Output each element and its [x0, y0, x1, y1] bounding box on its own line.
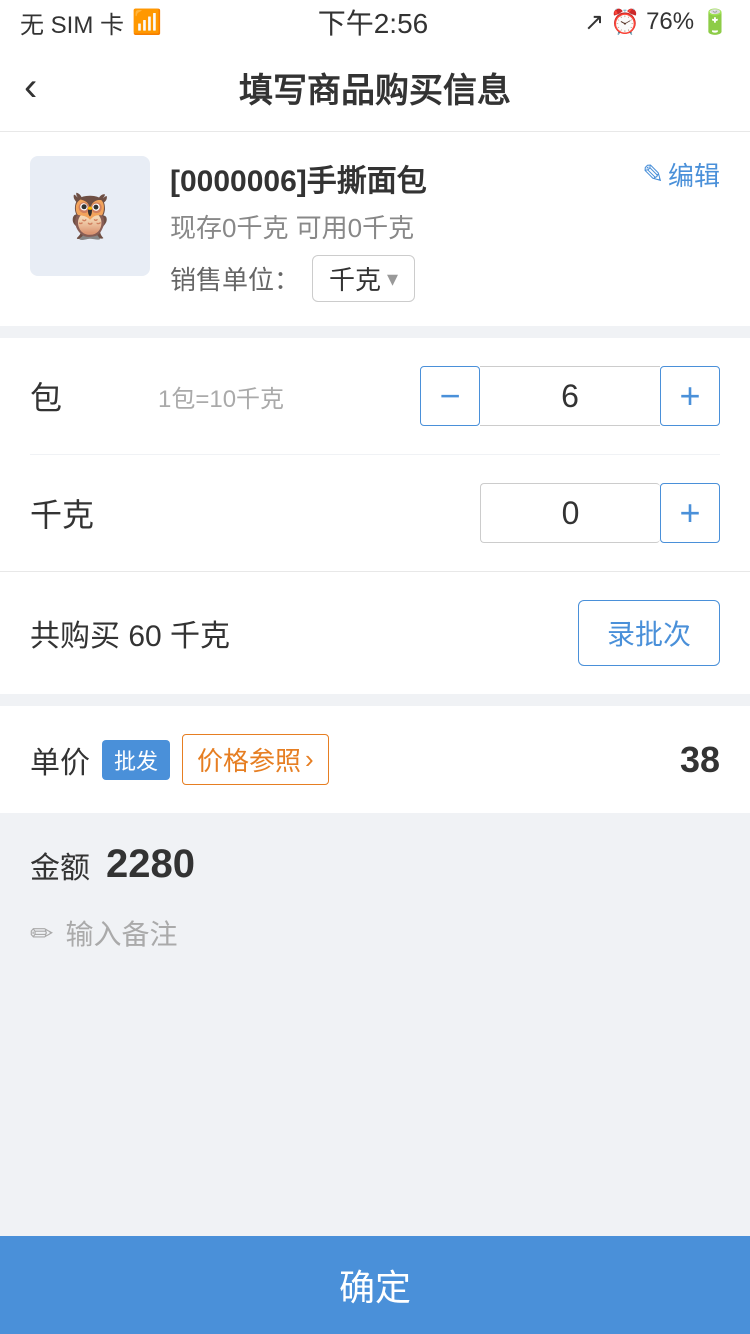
page-title: 填写商品购买信息 — [239, 63, 511, 112]
pencil-icon: ✏ — [30, 917, 53, 950]
amount-row: 金额 2280 — [30, 842, 720, 887]
unit-value: 千克 — [329, 260, 381, 297]
confirm-button[interactable]: 确定 — [0, 1236, 750, 1334]
location-icon: ↗ — [584, 8, 604, 37]
price-ref-label: 价格参照 — [197, 741, 301, 778]
status-left: 无 SIM 卡 📶 — [20, 5, 162, 40]
bao-quantity-input[interactable] — [480, 366, 660, 426]
product-card: 🦉 [0000006]手撕面包 现存0千克 可用0千克 销售单位： 千克 ▾ ✎… — [0, 132, 750, 338]
summary-section: 共购买 60 千克 录批次 — [0, 572, 750, 706]
product-stock: 现存0千克 可用0千克 — [170, 208, 720, 245]
price-label: 单价 — [30, 738, 90, 782]
price-reference-button[interactable]: 价格参照 › — [182, 734, 329, 785]
qianke-row: 千克 + — [30, 455, 720, 571]
unit-chevron-icon: ▾ — [387, 266, 398, 292]
battery-text: 76% — [646, 8, 694, 36]
alarm-icon: ⏰ — [610, 8, 640, 37]
qianke-label: 千克 — [30, 490, 150, 536]
product-logo-icon: 🦉 — [63, 190, 118, 242]
status-bar: 无 SIM 卡 📶 下午2:56 ↗ ⏰ 76% 🔋 — [0, 0, 750, 44]
wifi-icon: 📶 — [132, 8, 162, 37]
bao-row: 包 1包=10千克 − + — [30, 338, 720, 455]
bao-controls: − + — [420, 366, 720, 426]
status-time: 下午2:56 — [318, 2, 429, 42]
edit-button[interactable]: ✎ 编辑 — [642, 156, 720, 193]
price-ref-arrow-icon: › — [305, 744, 314, 775]
back-button[interactable]: ‹ — [24, 65, 37, 110]
edit-label: 编辑 — [668, 156, 720, 193]
bao-plus-button[interactable]: + — [660, 366, 720, 426]
batch-button[interactable]: 录批次 — [578, 600, 720, 666]
qianke-plus-button[interactable]: + — [660, 483, 720, 543]
unit-select[interactable]: 千克 ▾ — [312, 255, 415, 302]
product-info: [0000006]手撕面包 现存0千克 可用0千克 销售单位： 千克 ▾ — [170, 156, 720, 302]
summary-text: 共购买 60 千克 — [30, 611, 230, 655]
product-image: 🦉 — [30, 156, 150, 276]
amount-section: 金额 2280 ✏ 输入备注 — [0, 814, 750, 979]
status-right: ↗ ⏰ 76% 🔋 — [584, 8, 730, 37]
note-row[interactable]: ✏ 输入备注 — [30, 903, 720, 963]
product-name: [0000006]手撕面包 — [170, 156, 720, 200]
battery-icon: 🔋 — [700, 8, 730, 37]
bao-label: 包 — [30, 373, 150, 419]
price-section: 单价 批发 价格参照 › 38 — [0, 706, 750, 814]
note-placeholder: 输入备注 — [65, 913, 177, 953]
unit-label: 销售单位： — [170, 260, 300, 297]
price-value: 38 — [680, 739, 720, 781]
product-unit-row: 销售单位： 千克 ▾ — [170, 255, 720, 302]
amount-value: 2280 — [106, 842, 195, 887]
bao-input-section: 包 1包=10千克 − + 千克 + — [0, 338, 750, 572]
price-tag-badge: 批发 — [102, 740, 170, 780]
bao-minus-button[interactable]: − — [420, 366, 480, 426]
amount-label: 金额 — [30, 843, 90, 887]
qianke-controls: + — [480, 483, 720, 543]
bao-sublabel: 1包=10千克 — [158, 379, 284, 414]
nav-bar: ‹ 填写商品购买信息 — [0, 44, 750, 132]
qianke-quantity-input[interactable] — [480, 483, 660, 543]
carrier-text: 无 SIM 卡 — [20, 5, 124, 40]
edit-icon: ✎ — [642, 159, 664, 190]
